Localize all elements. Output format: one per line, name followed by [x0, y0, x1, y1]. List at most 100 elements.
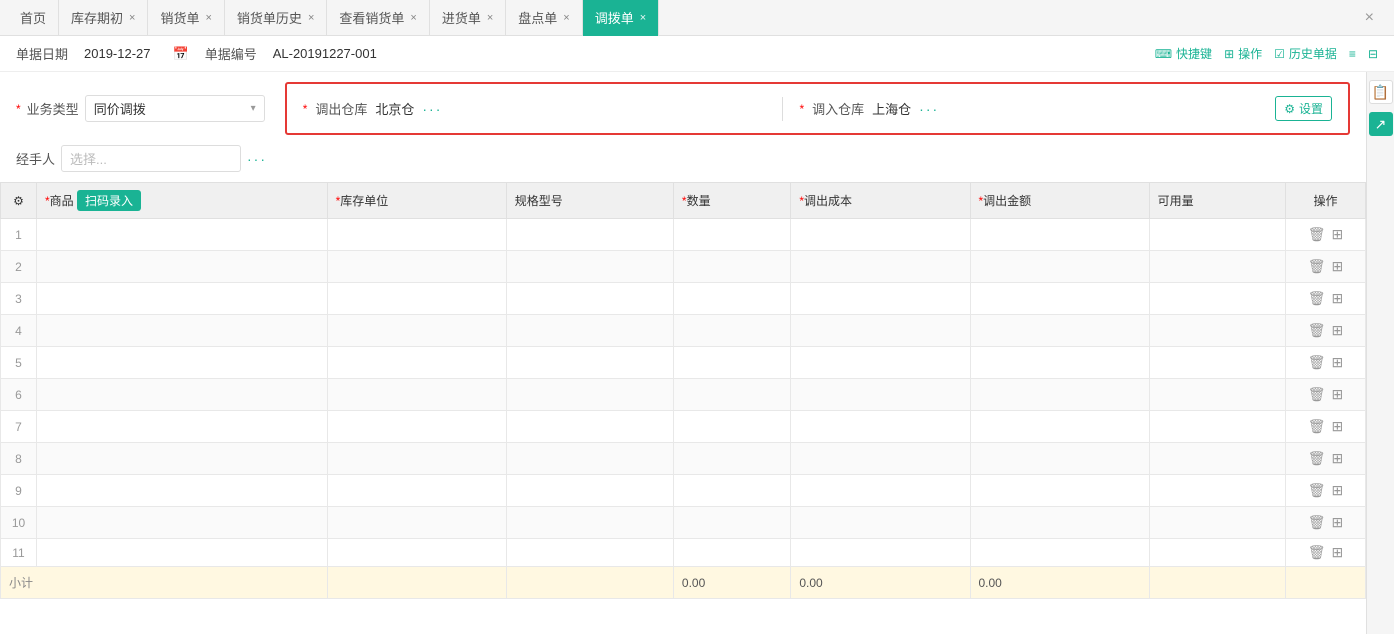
- cell-product[interactable]: [37, 475, 328, 507]
- window-close-button[interactable]: ×: [1353, 9, 1386, 27]
- cell-spec[interactable]: [506, 219, 673, 251]
- cell-spec[interactable]: [506, 507, 673, 539]
- shortcuts-btn[interactable]: ⌨ 快捷键: [1155, 45, 1212, 62]
- cell-product[interactable]: [37, 251, 328, 283]
- cell-unit[interactable]: [327, 539, 506, 567]
- cell-spec[interactable]: [506, 251, 673, 283]
- cell-cost[interactable]: [791, 475, 970, 507]
- cell-amount[interactable]: [970, 507, 1149, 539]
- copy-icon[interactable]: ⊞: [1332, 290, 1344, 306]
- delete-icon[interactable]: 🗑: [1308, 386, 1326, 402]
- delete-icon[interactable]: 🗑: [1308, 354, 1326, 370]
- cell-product[interactable]: [37, 347, 328, 379]
- cell-product[interactable]: [37, 283, 328, 315]
- in-warehouse-more-btn[interactable]: ···: [919, 101, 939, 117]
- copy-icon[interactable]: ⊞: [1332, 354, 1344, 370]
- close-icon[interactable]: ×: [487, 12, 493, 24]
- cell-product[interactable]: [37, 379, 328, 411]
- cell-unit[interactable]: [327, 347, 506, 379]
- tab-transfer-order[interactable]: 调拨单 ×: [583, 0, 659, 36]
- delete-icon[interactable]: 🗑: [1308, 482, 1326, 498]
- cell-spec[interactable]: [506, 411, 673, 443]
- cell-cost[interactable]: [791, 507, 970, 539]
- tab-purchase-order[interactable]: 进货单 ×: [430, 0, 506, 36]
- cell-qty[interactable]: [673, 251, 790, 283]
- cell-amount[interactable]: [970, 219, 1149, 251]
- cell-amount[interactable]: [970, 443, 1149, 475]
- tab-inventory-init[interactable]: 库存期初 ×: [59, 0, 148, 36]
- cell-amount[interactable]: [970, 315, 1149, 347]
- notes-button[interactable]: 📋: [1369, 80, 1393, 104]
- cell-cost[interactable]: [791, 347, 970, 379]
- copy-icon[interactable]: ⊞: [1332, 386, 1344, 402]
- tab-home[interactable]: 首页: [8, 0, 59, 36]
- cell-unit[interactable]: [327, 379, 506, 411]
- close-icon[interactable]: ×: [563, 12, 569, 24]
- cell-cost[interactable]: [791, 539, 970, 567]
- delete-icon[interactable]: 🗑: [1308, 290, 1326, 306]
- out-warehouse-more-btn[interactable]: ···: [422, 101, 442, 117]
- delete-icon[interactable]: 🗑: [1308, 226, 1326, 242]
- cell-spec[interactable]: [506, 475, 673, 507]
- cell-qty[interactable]: [673, 219, 790, 251]
- copy-icon[interactable]: ⊞: [1332, 322, 1344, 338]
- tab-sales-history[interactable]: 销货单历史 ×: [225, 0, 327, 36]
- delete-icon[interactable]: 🗑: [1308, 544, 1326, 560]
- cell-cost[interactable]: [791, 315, 970, 347]
- cell-product[interactable]: [37, 539, 328, 567]
- cell-spec[interactable]: [506, 315, 673, 347]
- cell-unit[interactable]: [327, 507, 506, 539]
- cell-product[interactable]: [37, 507, 328, 539]
- cell-spec[interactable]: [506, 379, 673, 411]
- cell-amount[interactable]: [970, 379, 1149, 411]
- cell-cost[interactable]: [791, 251, 970, 283]
- cell-product[interactable]: [37, 443, 328, 475]
- close-icon[interactable]: ×: [129, 12, 135, 24]
- cell-amount[interactable]: [970, 251, 1149, 283]
- cell-amount[interactable]: [970, 475, 1149, 507]
- cell-qty[interactable]: [673, 507, 790, 539]
- tab-view-sales[interactable]: 查看销货单 ×: [327, 0, 429, 36]
- cell-qty[interactable]: [673, 283, 790, 315]
- cell-unit[interactable]: [327, 283, 506, 315]
- delete-icon[interactable]: 🗑: [1308, 450, 1326, 466]
- cell-amount[interactable]: [970, 411, 1149, 443]
- history-btn[interactable]: ☑ 历史单据: [1274, 45, 1337, 62]
- cell-qty[interactable]: [673, 539, 790, 567]
- close-icon[interactable]: ×: [640, 12, 646, 24]
- cell-unit[interactable]: [327, 443, 506, 475]
- tab-sales-order[interactable]: 销货单 ×: [148, 0, 224, 36]
- cell-unit[interactable]: [327, 219, 506, 251]
- cell-product[interactable]: [37, 315, 328, 347]
- view-toggle-grid-btn[interactable]: ⊟: [1368, 47, 1378, 61]
- expand-button[interactable]: ↗: [1369, 112, 1393, 136]
- cell-spec[interactable]: [506, 347, 673, 379]
- delete-icon[interactable]: 🗑: [1308, 322, 1326, 338]
- cell-qty[interactable]: [673, 443, 790, 475]
- tab-inventory-check[interactable]: 盘点单 ×: [506, 0, 582, 36]
- delete-icon[interactable]: 🗑: [1308, 418, 1326, 434]
- cell-spec[interactable]: [506, 539, 673, 567]
- cell-cost[interactable]: [791, 283, 970, 315]
- cell-product[interactable]: [37, 411, 328, 443]
- close-icon[interactable]: ×: [205, 12, 211, 24]
- th-gear[interactable]: ⚙: [1, 183, 37, 219]
- copy-icon[interactable]: ⊞: [1332, 226, 1344, 242]
- cell-unit[interactable]: [327, 475, 506, 507]
- cell-qty[interactable]: [673, 347, 790, 379]
- view-toggle-btn[interactable]: ≡: [1349, 47, 1356, 61]
- business-type-dropdown[interactable]: 同价调拨 ▾: [85, 95, 265, 122]
- cell-unit[interactable]: [327, 315, 506, 347]
- copy-icon[interactable]: ⊞: [1332, 418, 1344, 434]
- cell-amount[interactable]: [970, 283, 1149, 315]
- cell-amount[interactable]: [970, 539, 1149, 567]
- delete-icon[interactable]: 🗑: [1308, 258, 1326, 274]
- operator-more-btn[interactable]: ···: [247, 151, 267, 167]
- copy-icon[interactable]: ⊞: [1332, 258, 1344, 274]
- setting-button[interactable]: ⚙ 设置: [1275, 96, 1332, 121]
- copy-icon[interactable]: ⊞: [1332, 544, 1344, 560]
- copy-icon[interactable]: ⊞: [1332, 514, 1344, 530]
- cell-cost[interactable]: [791, 443, 970, 475]
- delete-icon[interactable]: 🗑: [1308, 514, 1326, 530]
- scan-btn[interactable]: 扫码录入: [77, 190, 141, 211]
